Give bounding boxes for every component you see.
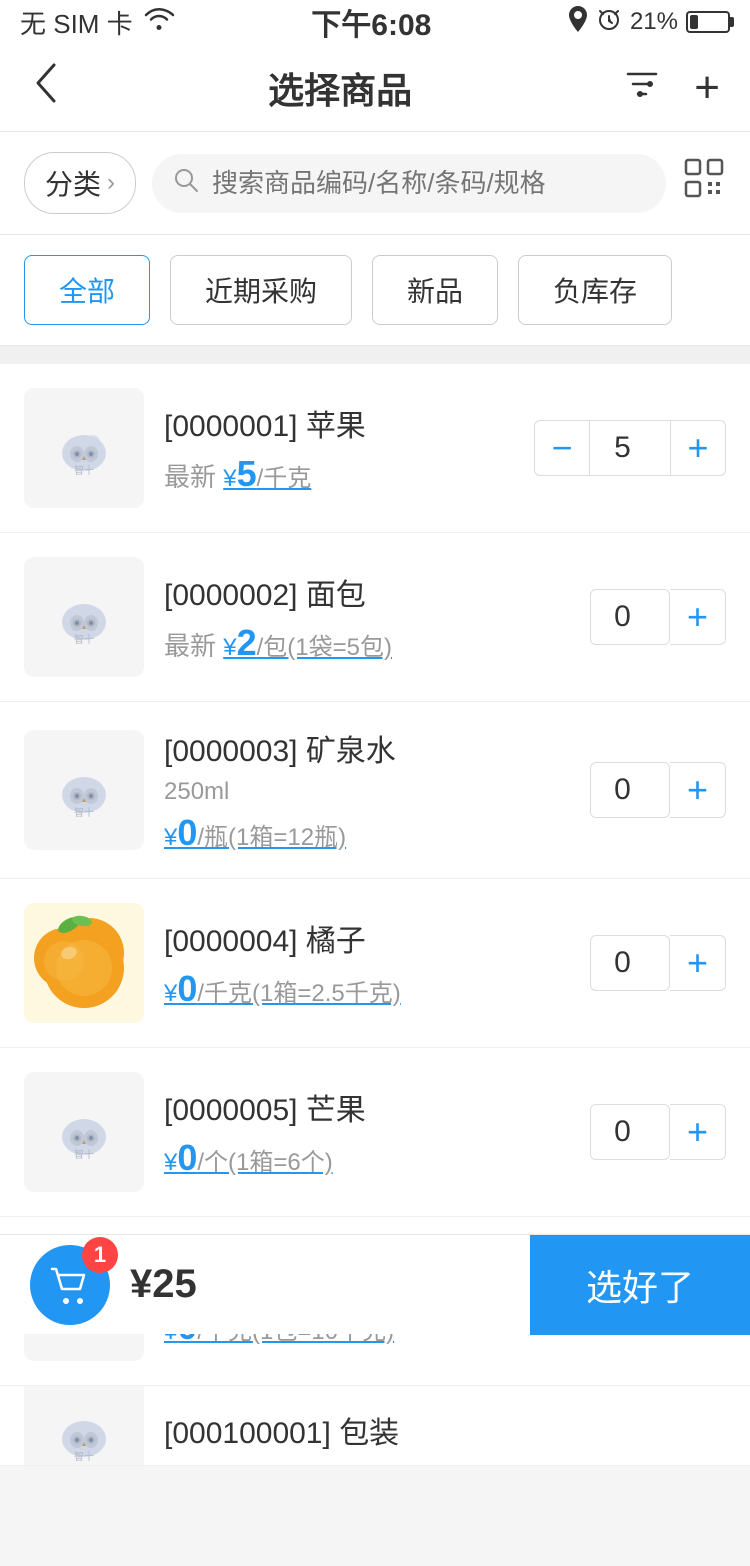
svg-text:智十: 智十 [74,464,94,477]
search-icon [172,166,200,201]
quantity-control: + [590,935,726,991]
product-name: [0000001] 苹果 [164,401,514,445]
quantity-plus-button[interactable]: + [670,935,726,991]
svg-text:智十: 智十 [74,1450,94,1463]
status-time: 下午6:08 [311,0,431,44]
product-item: 智十 [000100001] 包装 [0,1386,750,1466]
quantity-plus-button[interactable]: + [670,762,726,818]
product-info: [0000004] 橘子 ¥0/千克(1箱=2.5千克) [164,916,570,1010]
tab-negative[interactable]: 负库存 [518,255,672,325]
svg-text:智十: 智十 [74,806,94,819]
page-title: 选择商品 [268,62,412,114]
product-item: 智十 [0000003] 矿泉水 250ml ¥0/瓶(1箱=12瓶) + [0,702,750,879]
status-bar: 无 SIM 卡 下午6:08 21% [0,0,750,44]
quantity-control: + [590,1104,726,1160]
product-info: [000100001] 包装 [164,1408,726,1460]
cart-button[interactable]: 1 [30,1245,110,1325]
product-item: 智十 [0000005] 芒果 ¥0/个(1箱=6个) + [0,1048,750,1217]
product-name: [0000004] 橘子 [164,916,570,960]
product-info: [0000003] 矿泉水 250ml ¥0/瓶(1箱=12瓶) [164,726,570,854]
quantity-input[interactable] [590,762,670,818]
quantity-plus-button[interactable]: + [670,1104,726,1160]
product-thumbnail: 智十 [24,557,144,677]
quantity-control: + [590,762,726,818]
location-icon [568,6,588,39]
product-thumbnail: 智十 [24,1386,144,1466]
quantity-plus-button[interactable]: + [670,420,726,476]
tabs-row: 全部 近期采购 新品 负库存 [0,235,750,346]
cart-badge: 1 [82,1237,118,1273]
product-price: ¥0/个(1箱=6个) [164,1137,570,1179]
search-input[interactable] [212,168,646,199]
product-spec: 250ml [164,778,570,806]
search-row: 分类 › [0,132,750,235]
product-name: [0000003] 矿泉水 [164,726,570,770]
battery-icon [686,11,730,33]
product-price: 最新 ¥2/包(1袋=5包) [164,622,570,664]
product-price: ¥0/瓶(1箱=12瓶) [164,812,570,854]
product-thumbnail [24,903,144,1023]
tab-new[interactable]: 新品 [372,255,498,325]
scan-icon[interactable] [682,156,726,210]
cart-area: 1 ¥25 [0,1245,530,1325]
quantity-input[interactable] [590,589,670,645]
product-thumbnail: 智十 [24,730,144,850]
quantity-input[interactable] [590,420,670,476]
nav-actions: + [620,62,720,113]
product-thumbnail: 智十 [24,388,144,508]
tab-all[interactable]: 全部 [24,255,150,325]
category-chevron-icon: › [107,169,115,197]
product-info: [0000001] 苹果 最新 ¥5/千克 [164,401,514,495]
quantity-minus-button[interactable]: − [534,420,590,476]
cart-total: ¥25 [130,1262,197,1307]
status-left: 无 SIM 卡 [20,4,175,41]
product-name: [000100001] 包装 [164,1408,726,1452]
quantity-input[interactable] [590,1104,670,1160]
section-divider [0,346,750,364]
back-button[interactable] [30,59,60,117]
product-thumbnail: 智十 [24,1072,144,1192]
product-price: ¥0/千克(1箱=2.5千克) [164,968,570,1010]
product-item: 智十 [0000001] 苹果 最新 ¥5/千克 − + [0,364,750,533]
nav-bar: 选择商品 + [0,44,750,132]
bottom-bar: 1 ¥25 选好了 [0,1234,750,1334]
product-info: [0000002] 面包 最新 ¥2/包(1袋=5包) [164,570,570,664]
filter-icon[interactable] [620,62,664,113]
quantity-control: + [590,589,726,645]
product-name: [0000002] 面包 [164,570,570,614]
confirm-button[interactable]: 选好了 [530,1235,750,1335]
quantity-control: − + [534,420,726,476]
svg-text:智十: 智十 [74,1148,94,1161]
quantity-plus-button[interactable]: + [670,589,726,645]
quantity-input[interactable] [590,935,670,991]
product-info: [0000005] 芒果 ¥0/个(1箱=6个) [164,1085,570,1179]
product-item: 智十 [0000002] 面包 最新 ¥2/包(1袋=5包) + [0,533,750,702]
tab-recent[interactable]: 近期采购 [170,255,352,325]
search-box [152,154,666,213]
carrier-text: 无 SIM 卡 [20,4,133,41]
category-label: 分类 [45,163,101,203]
product-item: [0000004] 橘子 ¥0/千克(1箱=2.5千克) + [0,879,750,1048]
alarm-icon [596,6,622,39]
battery-percent: 21% [630,8,678,36]
category-button[interactable]: 分类 › [24,152,136,214]
product-price: 最新 ¥5/千克 [164,453,514,495]
wifi-icon [143,7,175,38]
product-name: [0000005] 芒果 [164,1085,570,1129]
status-right: 21% [568,6,730,39]
add-button[interactable]: + [694,66,720,110]
svg-text:智十: 智十 [74,633,94,646]
